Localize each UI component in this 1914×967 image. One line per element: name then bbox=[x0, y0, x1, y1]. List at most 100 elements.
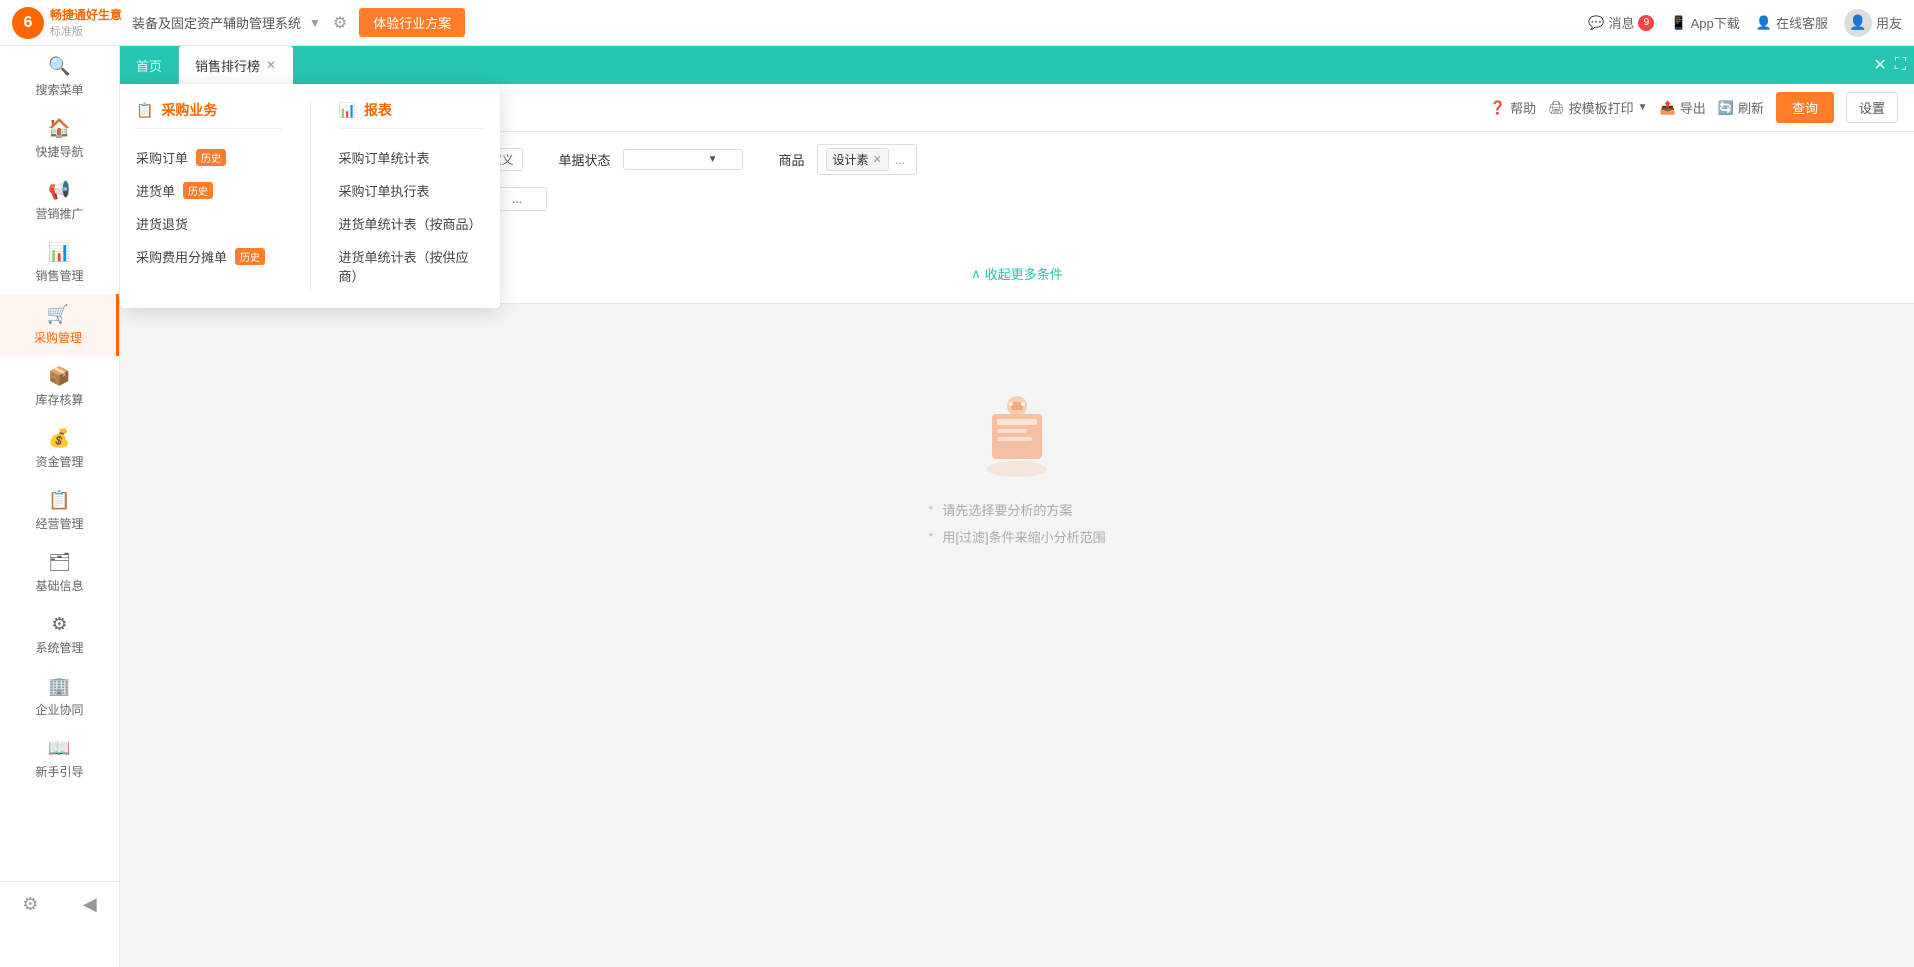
tab-home[interactable]: 首页 bbox=[120, 46, 179, 84]
sales-icon: 📊 bbox=[48, 242, 70, 263]
menu-item-incoming-stats-supplier[interactable]: 进货单统计表（按供应商） bbox=[339, 240, 485, 292]
search-icon: 🔍 bbox=[48, 56, 70, 77]
refresh-label: 刷新 bbox=[1738, 98, 1764, 117]
incoming-stats-goods-label: 进货单统计表（按商品） bbox=[339, 214, 482, 233]
menu-item-purchase-order[interactable]: 采购订单 历史 bbox=[136, 141, 282, 174]
sidebar-item-guide[interactable]: 📖 新手引导 bbox=[0, 728, 119, 790]
logo-area: 6 畅捷通好生意 标准版 bbox=[12, 6, 132, 39]
collapse-label: 收起更多条件 bbox=[985, 264, 1063, 283]
tab-home-label: 首页 bbox=[136, 56, 162, 75]
goods-tag-close[interactable]: ✕ bbox=[873, 153, 882, 166]
query-button[interactable]: 查询 bbox=[1776, 92, 1834, 123]
app-download-action[interactable]: 📱 App下载 bbox=[1670, 13, 1739, 32]
message-label: 消息 bbox=[1608, 13, 1634, 32]
logo-line1: 畅捷通好生意 bbox=[50, 6, 122, 23]
salesperson-more[interactable]: ... bbox=[512, 192, 522, 206]
sidebar-item-fund[interactable]: 💰 资金管理 bbox=[0, 418, 119, 480]
print-dropdown-icon[interactable]: ▼ bbox=[1638, 102, 1648, 113]
sidebar-item-quick-nav[interactable]: 🏠 快捷导航 bbox=[0, 108, 119, 170]
sidebar-item-operations[interactable]: 📋 经营管理 bbox=[0, 480, 119, 542]
sidebar-label-search: 搜索菜单 bbox=[35, 81, 83, 98]
phone-icon: 📱 bbox=[1670, 15, 1686, 31]
tab-close-icon[interactable]: ✕ bbox=[266, 58, 276, 72]
sidebar-item-system[interactable]: ⚙ 系统管理 bbox=[0, 604, 119, 666]
gear-icon[interactable]: ⚙ bbox=[329, 9, 351, 37]
purchase-expense-label: 采购费用分摊单 bbox=[136, 247, 227, 266]
popup-section-reports-title: 📊 报表 bbox=[339, 100, 485, 129]
print-icon: 🖨 bbox=[1548, 100, 1565, 116]
empty-hint-2: 用[过滤]条件来缩小分析范围 bbox=[928, 527, 1105, 546]
print-button[interactable]: 🖨 按模板打印 ▼ bbox=[1548, 98, 1647, 117]
sidebar-label-enterprise: 企业协同 bbox=[35, 701, 83, 718]
logo-text: 畅捷通好生意 标准版 bbox=[50, 6, 122, 39]
purchase-expense-history-badge: 历史 bbox=[235, 248, 265, 265]
collapse-up-icon: ∧ bbox=[971, 266, 981, 282]
app-download-label: App下载 bbox=[1691, 13, 1740, 32]
popup-section-purchase: 📋 采购业务 采购订单 历史 进货单 历史 进货退货 采购费用分摊单 历史 bbox=[136, 100, 282, 292]
tab-sales-rank[interactable]: 销售排行榜 ✕ bbox=[179, 46, 293, 84]
sidebar-label-fund: 资金管理 bbox=[35, 453, 83, 470]
menu-item-po-exec[interactable]: 采购订单执行表 bbox=[339, 174, 485, 207]
po-stats-label: 采购订单统计表 bbox=[339, 148, 430, 167]
tab-bar: 首页 销售排行榜 ✕ ✕ ⛶ bbox=[120, 46, 1914, 84]
user-action[interactable]: 👤 用友 bbox=[1844, 9, 1902, 37]
logo-icon: 6 bbox=[12, 7, 44, 39]
user-label: 用友 bbox=[1876, 13, 1902, 32]
sidebar-item-enterprise[interactable]: 🏢 企业协同 bbox=[0, 666, 119, 728]
sidebar-item-marketing[interactable]: 📢 营销推广 bbox=[0, 170, 119, 232]
collapse-sidebar-icon[interactable]: ◀ bbox=[79, 890, 101, 919]
export-button[interactable]: 📤 导出 bbox=[1660, 98, 1706, 117]
empty-hint-1: 请先选择要分析的方案 bbox=[928, 500, 1105, 519]
inventory-icon: 📦 bbox=[48, 366, 70, 387]
enterprise-icon: 🏢 bbox=[48, 676, 70, 697]
menu-item-incoming-return[interactable]: 进货退货 bbox=[136, 207, 282, 240]
refresh-button[interactable]: 🔄 刷新 bbox=[1718, 98, 1764, 117]
sidebar-item-purchase[interactable]: 🛒 采购管理 bbox=[0, 294, 119, 356]
empty-illustration bbox=[967, 384, 1067, 484]
message-action[interactable]: 💬 消息 9 bbox=[1588, 13, 1654, 32]
sidebar-item-base-info[interactable]: 🗂 基础信息 bbox=[0, 542, 119, 604]
purchase-section-icon: 📋 bbox=[136, 102, 153, 119]
main-layout: 🔍 搜索菜单 🏠 快捷导航 📢 营销推广 📊 销售管理 🛒 采购管理 📦 库存核… bbox=[0, 46, 1914, 967]
sidebar-bottom: ⚙ ◀ bbox=[0, 881, 119, 927]
export-label: 导出 bbox=[1680, 98, 1706, 117]
tab-sales-rank-label: 销售排行榜 bbox=[195, 56, 260, 75]
dropdown-arrow-icon[interactable]: ▼ bbox=[309, 16, 321, 30]
tab-close-btn[interactable]: ✕ bbox=[1873, 55, 1886, 75]
popup-section-purchase-title: 📋 采购业务 bbox=[136, 100, 282, 129]
menu-item-incoming[interactable]: 进货单 历史 bbox=[136, 174, 282, 207]
sidebar-label-marketing: 营销推广 bbox=[35, 205, 83, 222]
goods-filter[interactable]: 设计素 ✕ ... bbox=[817, 144, 917, 175]
goods-more-btn[interactable]: ... bbox=[895, 153, 905, 167]
purchase-order-history-badge: 历史 bbox=[196, 149, 226, 166]
service-icon: 👤 bbox=[1756, 15, 1772, 31]
print-label: 按模板打印 bbox=[1569, 98, 1634, 117]
menu-item-incoming-stats-goods[interactable]: 进货单统计表（按商品） bbox=[339, 207, 485, 240]
sidebar-item-sales[interactable]: 📊 销售管理 bbox=[0, 232, 119, 294]
sidebar-label-guide: 新手引导 bbox=[35, 763, 83, 780]
sidebar-item-search[interactable]: 🔍 搜索菜单 bbox=[0, 46, 119, 108]
sidebar-label-system: 系统管理 bbox=[35, 639, 83, 656]
help-button[interactable]: ❓ 帮助 bbox=[1490, 98, 1536, 117]
online-service-action[interactable]: 👤 在线客服 bbox=[1756, 13, 1828, 32]
po-exec-label: 采购订单执行表 bbox=[339, 181, 430, 200]
empty-hints: 请先选择要分析的方案 用[过滤]条件来缩小分析范围 bbox=[928, 500, 1105, 554]
home-icon: 🏠 bbox=[48, 118, 70, 139]
settings-bottom-icon[interactable]: ⚙ bbox=[18, 890, 42, 919]
menu-item-purchase-expense[interactable]: 采购费用分摊单 历史 bbox=[136, 240, 282, 273]
settings-button[interactable]: 设置 bbox=[1846, 92, 1898, 123]
incoming-return-label: 进货退货 bbox=[136, 214, 188, 233]
menu-item-po-stats[interactable]: 采购订单统计表 bbox=[339, 141, 485, 174]
header-center: 装备及固定资产辅助管理系统 ▼ ⚙ 体验行业方案 bbox=[132, 8, 1588, 37]
industry-button[interactable]: 体验行业方案 bbox=[359, 8, 465, 37]
purchase-dropdown-popup: 📋 采购业务 采购订单 历史 进货单 历史 进货退货 采购费用分摊单 历史 bbox=[120, 84, 500, 308]
incoming-history-badge: 历史 bbox=[183, 182, 213, 199]
system-title: 装备及固定资产辅助管理系统 bbox=[132, 13, 301, 32]
base-info-icon: 🗂 bbox=[48, 552, 71, 573]
tab-expand-btn[interactable]: ⛶ bbox=[1895, 56, 1906, 74]
status-select[interactable]: ▼ bbox=[623, 149, 743, 170]
sidebar-item-inventory[interactable]: 📦 库存核算 bbox=[0, 356, 119, 418]
incoming-stats-supplier-label: 进货单统计表（按供应商） bbox=[339, 247, 485, 285]
top-header: 6 畅捷通好生意 标准版 装备及固定资产辅助管理系统 ▼ ⚙ 体验行业方案 💬 … bbox=[0, 0, 1914, 46]
header-right: 💬 消息 9 📱 App下载 👤 在线客服 👤 用友 bbox=[1588, 9, 1902, 37]
